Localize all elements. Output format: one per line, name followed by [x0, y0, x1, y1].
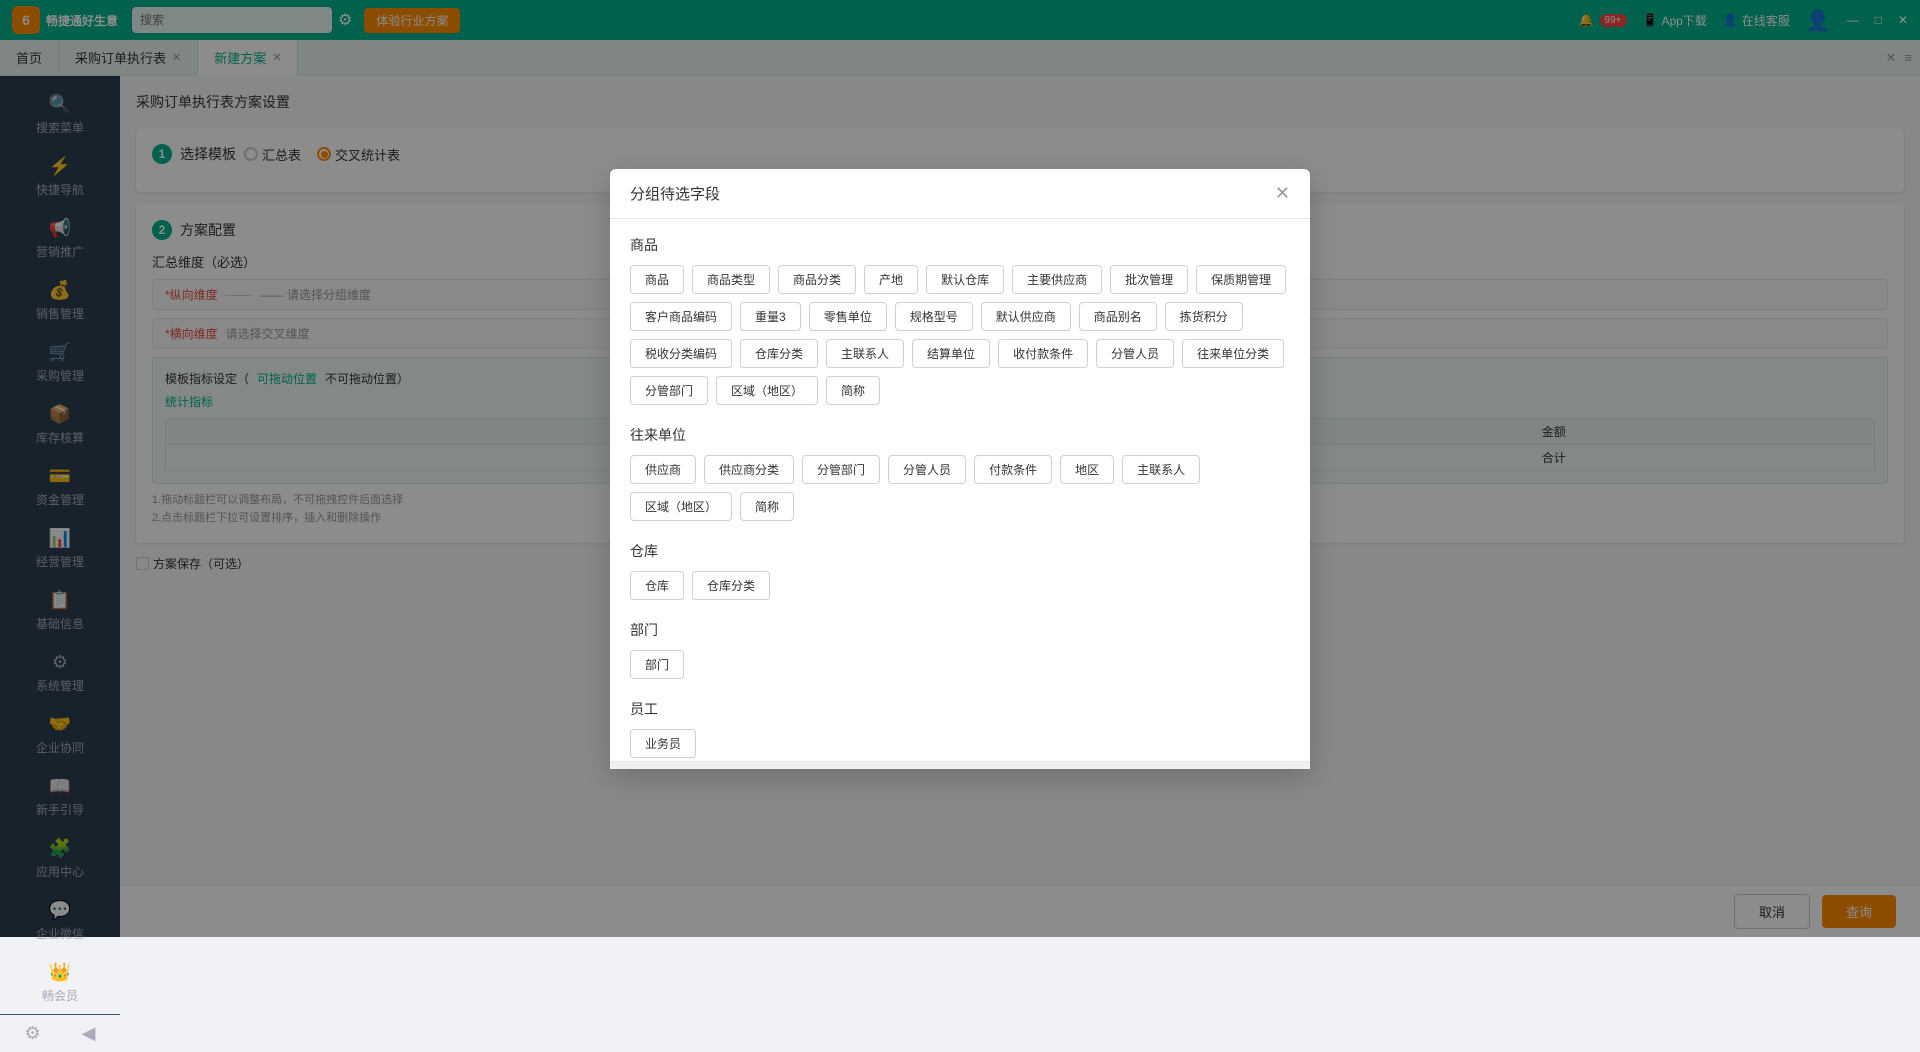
- field-tag[interactable]: 重量3: [740, 302, 801, 331]
- sidebar-item-vip[interactable]: 👑 畅会员: [0, 952, 120, 1014]
- modal-overlay: 分组待选字段 ✕ 商品 商品 商品类型 商品分类 产地 默认仓库 主要供应商 批…: [0, 0, 1920, 937]
- field-tag[interactable]: 简称: [740, 492, 794, 521]
- field-tag[interactable]: 区域（地区）: [716, 376, 818, 405]
- field-tag[interactable]: 批次管理: [1110, 265, 1188, 294]
- field-tag[interactable]: 拣货积分: [1165, 302, 1243, 331]
- section-warehouse-title: 仓库: [630, 541, 1290, 561]
- field-tag[interactable]: 供应商: [630, 455, 696, 484]
- field-tag[interactable]: 主联系人: [1122, 455, 1200, 484]
- field-tag[interactable]: 商品: [630, 265, 684, 294]
- modal-scroll-horizontal[interactable]: [610, 761, 1310, 769]
- field-tag[interactable]: 规格型号: [895, 302, 973, 331]
- field-tag[interactable]: 商品别名: [1079, 302, 1157, 331]
- modal-box: 分组待选字段 ✕ 商品 商品 商品类型 商品分类 产地 默认仓库 主要供应商 批…: [610, 169, 1310, 769]
- section-warehouse-fields: 仓库 仓库分类: [630, 571, 1290, 600]
- field-tag[interactable]: 客户商品编码: [630, 302, 732, 331]
- field-tag[interactable]: 仓库分类: [692, 571, 770, 600]
- field-tag[interactable]: 主联系人: [826, 339, 904, 368]
- field-tag[interactable]: 分管部门: [630, 376, 708, 405]
- field-tag[interactable]: 保质期管理: [1196, 265, 1286, 294]
- field-tag[interactable]: 主要供应商: [1012, 265, 1102, 294]
- modal-header: 分组待选字段 ✕: [610, 169, 1310, 219]
- section-dept: 部门 部门: [630, 620, 1290, 679]
- section-goods: 商品 商品 商品类型 商品分类 产地 默认仓库 主要供应商 批次管理 保质期管理…: [630, 235, 1290, 405]
- section-employee: 员工 业务员: [630, 699, 1290, 758]
- field-tag[interactable]: 默认仓库: [926, 265, 1004, 294]
- sidebar-collapse-btn[interactable]: ◀: [82, 1023, 96, 1044]
- field-tag[interactable]: 分管部门: [802, 455, 880, 484]
- field-tag[interactable]: 零售单位: [809, 302, 887, 331]
- modal-close-btn[interactable]: ✕: [1275, 184, 1290, 202]
- section-employee-title: 员工: [630, 699, 1290, 719]
- field-tag[interactable]: 分管人员: [888, 455, 966, 484]
- section-dept-fields: 部门: [630, 650, 1290, 679]
- field-tag[interactable]: 仓库分类: [740, 339, 818, 368]
- field-tag[interactable]: 结算单位: [912, 339, 990, 368]
- section-partner-fields: 供应商 供应商分类 分管部门 分管人员 付款条件 地区 主联系人 区域（地区） …: [630, 455, 1290, 521]
- field-tag[interactable]: 部门: [630, 650, 684, 679]
- field-tag[interactable]: 区域（地区）: [630, 492, 732, 521]
- field-tag[interactable]: 商品类型: [692, 265, 770, 294]
- field-tag[interactable]: 供应商分类: [704, 455, 794, 484]
- field-tag[interactable]: 付款条件: [974, 455, 1052, 484]
- modal-body: 商品 商品 商品类型 商品分类 产地 默认仓库 主要供应商 批次管理 保质期管理…: [610, 219, 1310, 761]
- section-goods-fields: 商品 商品类型 商品分类 产地 默认仓库 主要供应商 批次管理 保质期管理 客户…: [630, 265, 1290, 405]
- field-tag[interactable]: 往来单位分类: [1182, 339, 1284, 368]
- section-employee-fields: 业务员: [630, 729, 1290, 758]
- section-partner-title: 往来单位: [630, 425, 1290, 445]
- sidebar-bottom: ⚙ ◀: [0, 1014, 120, 1052]
- field-tag[interactable]: 仓库: [630, 571, 684, 600]
- section-goods-title: 商品: [630, 235, 1290, 255]
- field-tag[interactable]: 产地: [864, 265, 918, 294]
- sidebar-item-vip-label: 畅会员: [42, 987, 78, 1004]
- field-tag[interactable]: 收付款条件: [998, 339, 1088, 368]
- field-tag[interactable]: 默认供应商: [981, 302, 1071, 331]
- field-tag[interactable]: 税收分类编码: [630, 339, 732, 368]
- vip-icon: 👑: [49, 962, 71, 983]
- field-tag[interactable]: 商品分类: [778, 265, 856, 294]
- field-tag[interactable]: 业务员: [630, 729, 696, 758]
- section-dept-title: 部门: [630, 620, 1290, 640]
- modal-title: 分组待选字段: [630, 183, 720, 204]
- field-tag[interactable]: 地区: [1060, 455, 1114, 484]
- field-tag[interactable]: 分管人员: [1096, 339, 1174, 368]
- section-warehouse: 仓库 仓库 仓库分类: [630, 541, 1290, 600]
- section-partner: 往来单位 供应商 供应商分类 分管部门 分管人员 付款条件 地区 主联系人 区域…: [630, 425, 1290, 521]
- sidebar-settings-btn[interactable]: ⚙: [25, 1023, 41, 1044]
- field-tag[interactable]: 简称: [826, 376, 880, 405]
